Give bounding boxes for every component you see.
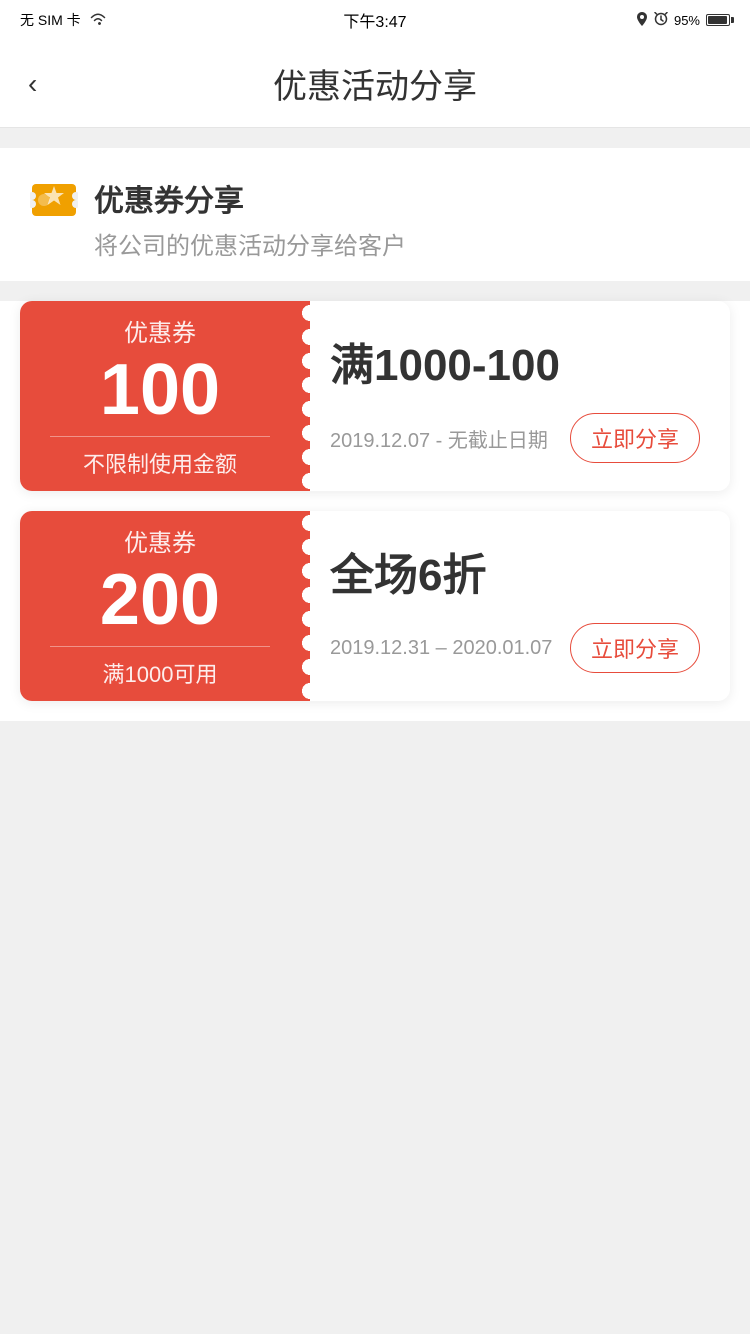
section-text-group: 优惠券分享 将公司的优惠活动分享给客户 xyxy=(94,176,406,261)
coupon-divider-2 xyxy=(50,646,270,647)
back-button[interactable]: ‹ xyxy=(28,70,37,98)
page-title: 优惠活动分享 xyxy=(273,59,477,108)
wifi-icon xyxy=(89,12,107,29)
section-title: 优惠券分享 xyxy=(94,176,406,220)
coupon-left-2: 优惠券 200 满1000可用 xyxy=(20,511,300,701)
alarm-icon xyxy=(654,12,668,29)
coupon-right-1: 满1000-100 2019.12.07 - 无截止日期 立即分享 xyxy=(300,301,730,491)
coupon-label-2: 优惠券 xyxy=(124,523,196,558)
coupon-bottom-1: 2019.12.07 - 无截止日期 立即分享 xyxy=(330,413,700,463)
coupon-date-1: 2019.12.07 - 无截止日期 xyxy=(330,424,548,453)
status-time: 下午3:47 xyxy=(343,8,406,32)
coupon-label-1: 优惠券 xyxy=(124,313,196,348)
status-left: 无 SIM 卡 xyxy=(20,10,107,30)
coupon-amount-2: 200 xyxy=(100,564,220,636)
coupon-left-1: 优惠券 100 不限制使用金额 xyxy=(20,301,300,491)
share-button-2[interactable]: 立即分享 xyxy=(570,623,700,673)
battery-text: 95% xyxy=(674,13,700,28)
section-subtitle: 将公司的优惠活动分享给客户 xyxy=(94,226,406,261)
carrier-text: 无 SIM 卡 xyxy=(20,10,81,30)
coupon-right-2: 全场6折 2019.12.31 – 2020.01.07 立即分享 xyxy=(300,511,730,701)
coupon-restriction-1: 不限制使用金额 xyxy=(83,447,237,479)
coupon-share-icon xyxy=(30,176,78,224)
nav-bar: ‹ 优惠活动分享 xyxy=(0,40,750,128)
section-header: 优惠券分享 将公司的优惠活动分享给客户 xyxy=(0,148,750,281)
battery-icon xyxy=(706,14,730,26)
coupon-restriction-2: 满1000可用 xyxy=(103,657,218,689)
coupon-card: 优惠券 100 不限制使用金额 满1000-100 2019.12.07 - 无… xyxy=(20,301,730,491)
coupon-name-2: 全场6折 xyxy=(330,539,700,603)
location-icon xyxy=(636,12,648,29)
share-button-1[interactable]: 立即分享 xyxy=(570,413,700,463)
section-divider xyxy=(0,128,750,148)
coupon-amount-1: 100 xyxy=(100,354,220,426)
coupon-bottom-2: 2019.12.31 – 2020.01.07 立即分享 xyxy=(330,623,700,673)
coupon-card-2: 优惠券 200 满1000可用 全场6折 2019.12.31 – 2020.0… xyxy=(20,511,730,701)
status-bar: 无 SIM 卡 下午3:47 95% xyxy=(0,0,750,40)
coupon-name-1: 满1000-100 xyxy=(330,329,700,393)
coupon-divider-1 xyxy=(50,436,270,437)
coupon-date-2: 2019.12.31 – 2020.01.07 xyxy=(330,637,552,660)
coupons-container: 优惠券 100 不限制使用金额 满1000-100 2019.12.07 - 无… xyxy=(0,301,750,721)
bottom-gray-area xyxy=(0,721,750,1321)
status-right: 95% xyxy=(636,12,730,29)
